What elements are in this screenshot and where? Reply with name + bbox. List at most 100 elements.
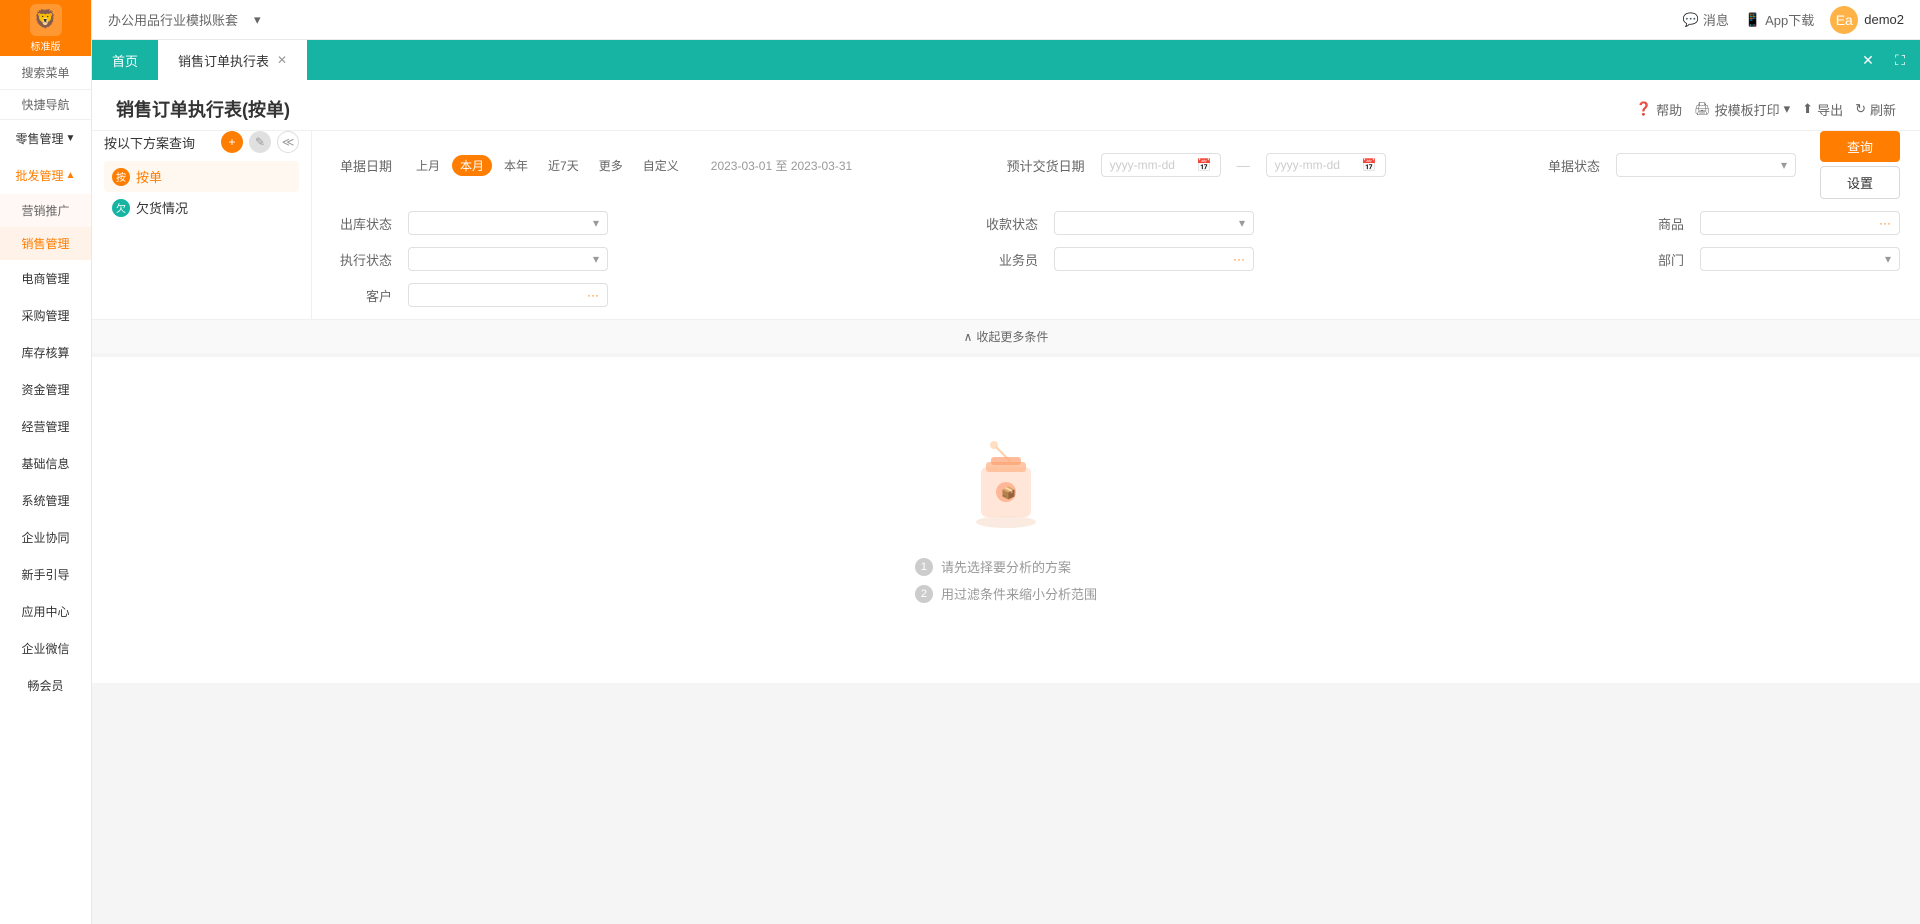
sidebar-item-member[interactable]: 畅会员 (0, 667, 92, 704)
status-select[interactable]: ▾ (1616, 153, 1796, 177)
expected-date-to[interactable]: yyyy-mm-dd 📅 (1266, 153, 1386, 177)
sidebar-item-ecom[interactable]: 电商管理 (0, 260, 92, 297)
search-btn[interactable]: 查询 (1820, 131, 1900, 162)
username-label: demo2 (1864, 12, 1904, 27)
svg-text:📦: 📦 (1001, 486, 1016, 500)
sidebar-subitem-marketing[interactable]: 营销推广 (0, 194, 92, 227)
customer-label: 客户 (332, 286, 392, 305)
scheme-icon-debt: 欠 (112, 199, 130, 217)
avatar: Ea (1830, 6, 1858, 34)
page-header: 销售订单执行表(按单) ❓ 帮助 🖨 按模板打印 ▾ ⬆ 导出 ↻ 刷新 (92, 80, 1920, 131)
expected-date-from[interactable]: yyyy-mm-dd 📅 (1101, 153, 1221, 177)
tab-home-label: 首页 (112, 51, 138, 70)
tabbar-right: ✕ ⛶ (1856, 48, 1920, 72)
scheme-item-debt[interactable]: 欠 欠货情况 (104, 192, 299, 223)
refresh-btn[interactable]: ↻ 刷新 (1855, 100, 1896, 119)
sidebar-item-wecom[interactable]: 企业微信 (0, 630, 92, 667)
topbar-message-btn[interactable]: 💬 消息 (1683, 10, 1729, 29)
sidebar-item-retail[interactable]: 零售管理 ▼ (0, 120, 92, 157)
date-label: 单据日期 (332, 156, 392, 175)
salesman-select[interactable]: ··· (1054, 247, 1254, 271)
collapse-icon: ∧ (964, 330, 973, 344)
sidebar-item-newbie[interactable]: 新手引导 (0, 556, 92, 593)
settings-btn[interactable]: 设置 (1820, 166, 1900, 199)
app-label: App下载 (1765, 10, 1814, 29)
dept-label: 部门 (1624, 250, 1684, 269)
export-icon: ⬆ (1802, 101, 1813, 117)
topbar-app-btn[interactable]: 📱 App下载 (1745, 10, 1814, 29)
date-opt-7days[interactable]: 近7天 (540, 155, 587, 176)
filter-row-2: 出库状态 ▾ 收款状态 ▾ 商品 (332, 211, 1900, 235)
goods-more-icon: ··· (1879, 216, 1891, 230)
sidebar-quicknav[interactable]: 快捷导航 (0, 90, 92, 120)
delivery-dropdown-icon: ▾ (593, 216, 599, 230)
date-options: 上月 本月 本年 近7天 更多 自定义 (408, 155, 687, 176)
goods-label: 商品 (1624, 214, 1684, 233)
page-content: 销售订单执行表(按单) ❓ 帮助 🖨 按模板打印 ▾ ⬆ 导出 ↻ 刷新 (92, 80, 1920, 924)
topbar-user[interactable]: Ea demo2 (1830, 6, 1904, 34)
status-dropdown-icon: ▾ (1781, 158, 1787, 172)
tab-home[interactable]: 首页 (92, 40, 158, 80)
tab-sales-exec[interactable]: 销售订单执行表 ✕ (158, 40, 307, 80)
tab-close-icon[interactable]: ✕ (277, 53, 287, 67)
sidebar-item-wholesale[interactable]: 批发管理 ▲ (0, 157, 92, 194)
collapse-filter-btn[interactable]: ∧ 收起更多条件 (92, 319, 1920, 353)
empty-tip-1: 1 请先选择要分析的方案 (915, 557, 1097, 576)
tabbar-close-btn[interactable]: ✕ (1856, 48, 1880, 72)
date-opt-custom[interactable]: 自定义 (635, 155, 687, 176)
collapse-label: 收起更多条件 (976, 328, 1048, 345)
help-label: 帮助 (1656, 100, 1682, 119)
filter-row-1: 单据日期 上月 本月 本年 近7天 更多 自定义 2023-03-01 至 20… (332, 131, 1900, 199)
collapse-scheme-btn[interactable]: ≪ (277, 131, 299, 153)
salesman-label: 业务员 (978, 250, 1038, 269)
sidebar-item-ops[interactable]: 经营管理 (0, 408, 92, 445)
empty-illustration: 📦 (956, 437, 1056, 537)
payment-select[interactable]: ▾ (1054, 211, 1254, 235)
sidebar-item-apps[interactable]: 应用中心 (0, 593, 92, 630)
sidebar-subitem-sales[interactable]: 销售管理 (0, 227, 92, 260)
topbar-right: 💬 消息 📱 App下载 Ea demo2 (1683, 6, 1904, 34)
dept-select[interactable]: ▾ (1700, 247, 1900, 271)
topbar-dropdown-icon[interactable]: ▾ (254, 12, 261, 28)
sidebar-logo[interactable]: 🦁 标准版 (0, 0, 92, 56)
edit-scheme-btn[interactable]: ✎ (249, 131, 271, 153)
logo-text: 标准版 (31, 38, 61, 53)
print-icon: 🖨 (1694, 101, 1711, 117)
delivery-select[interactable]: ▾ (408, 211, 608, 235)
tabbar-expand-btn[interactable]: ⛶ (1888, 48, 1912, 72)
scheme-label-order: 按单 (136, 167, 162, 186)
help-icon: ❓ (1636, 101, 1652, 117)
sidebar-item-coop[interactable]: 企业协同 (0, 519, 92, 556)
scheme-icon-order: 按 (112, 168, 130, 186)
add-scheme-btn[interactable]: + (221, 131, 243, 153)
tip-num-1: 1 (915, 558, 933, 576)
expected-date-label: 预计交货日期 (1007, 156, 1085, 175)
scheme-item-by-order[interactable]: 按 按单 (104, 161, 299, 192)
export-label: 导出 (1817, 100, 1843, 119)
delivery-label: 出库状态 (332, 214, 392, 233)
sidebar-search[interactable]: 搜索菜单 (0, 56, 92, 90)
tip-num-2: 2 (915, 585, 933, 603)
sidebar-item-purchase[interactable]: 采购管理 (0, 297, 92, 334)
sidebar-item-finance[interactable]: 资金管理 (0, 371, 92, 408)
filter-section: 按以下方案查询 + ✎ ≪ 按 按单 欠 欠货情况 (92, 131, 1920, 353)
goods-select[interactable]: ··· (1700, 211, 1900, 235)
filter-scheme-panel: 按以下方案查询 + ✎ ≪ 按 按单 欠 欠货情况 (92, 131, 312, 319)
print-label: 按模板打印 (1715, 100, 1780, 119)
date-opt-thisyear[interactable]: 本年 (496, 155, 536, 176)
date-opt-more[interactable]: 更多 (591, 155, 631, 176)
payment-dropdown-icon: ▾ (1239, 216, 1245, 230)
sidebar-item-system[interactable]: 系统管理 (0, 482, 92, 519)
sidebar-item-label: 批发管理 (16, 167, 64, 184)
export-btn[interactable]: ⬆ 导出 (1802, 100, 1843, 119)
help-btn[interactable]: ❓ 帮助 (1636, 100, 1682, 119)
sidebar-item-basic[interactable]: 基础信息 (0, 445, 92, 482)
date-opt-lastmonth[interactable]: 上月 (408, 155, 448, 176)
message-icon: 💬 (1683, 12, 1699, 28)
sidebar-item-stock[interactable]: 库存核算 (0, 334, 92, 371)
customer-select[interactable]: ··· (408, 283, 608, 307)
exec-select[interactable]: ▾ (408, 247, 608, 271)
date-opt-thismonth[interactable]: 本月 (452, 155, 492, 176)
chevron-up-icon: ▲ (66, 170, 76, 181)
print-btn[interactable]: 🖨 按模板打印 ▾ (1694, 100, 1790, 119)
